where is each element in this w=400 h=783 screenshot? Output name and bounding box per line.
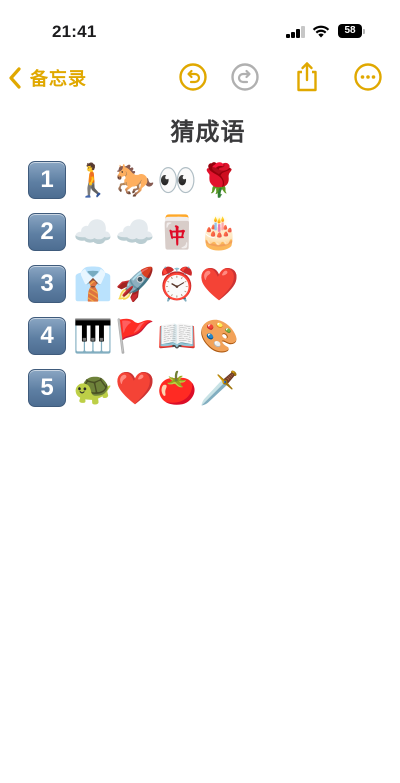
note-title: 猜成语 (170, 119, 246, 146)
puzzle-row: 5 🐢 ❤️ 🍅 🗡️ (28, 362, 240, 414)
status-bar: 21:41 58 (0, 0, 400, 60)
number-keycap-icon: 1 (28, 161, 66, 199)
chevron-left-icon (9, 67, 21, 89)
number-keycap-icon: 2 (28, 213, 66, 251)
emoji-icon: ❤️ (115, 369, 155, 407)
number-keycap-icon: 4 (28, 317, 66, 355)
emoji-icon: 🐢 (73, 369, 113, 407)
battery-level: 58 (338, 24, 362, 38)
more-button[interactable] (353, 62, 383, 92)
emoji-icon: 🍅 (157, 369, 197, 407)
emoji-icon: ☁️ (115, 213, 155, 251)
share-button[interactable] (292, 62, 322, 92)
emoji-icon: 🎂 (199, 213, 239, 251)
emoji-icon: 🚀 (115, 265, 155, 303)
emoji-icon: ☁️ (73, 213, 113, 251)
more-icon (354, 63, 382, 91)
emoji-icon: ⏰ (157, 265, 197, 303)
back-button-label: 备忘录 (30, 69, 87, 89)
puzzle-row: 3 👔 🚀 ⏰ ❤️ (28, 258, 240, 310)
redo-button[interactable] (230, 62, 260, 92)
puzzle-row: 1 🚶 🐎 👀 🌹 (28, 154, 240, 206)
puzzle-row: 4 🎹 🚩 📖 🎨 (28, 310, 240, 362)
share-icon (297, 62, 317, 92)
cellular-signal-icon (286, 26, 305, 38)
emoji-icon: 🚩 (115, 317, 155, 355)
emoji-icon: 👀 (157, 161, 197, 199)
undo-icon (179, 63, 207, 91)
wifi-icon (312, 25, 330, 38)
emoji-icon: 🎹 (73, 317, 113, 355)
emoji-icon: 👔 (73, 265, 113, 303)
puzzle-list: 1 🚶 🐎 👀 🌹 2 ☁️ ☁️ 🀄 🎂 3 👔 🚀 ⏰ ❤️ 4 🎹 🚩 📖 🎨 5 🐢 ❤️ 🍅 🗡️ (28, 154, 240, 414)
toolbar: 备忘录 (0, 58, 400, 98)
redo-icon (231, 63, 259, 91)
emoji-icon: 🎨 (199, 317, 239, 355)
emoji-icon: 🌹 (199, 161, 239, 199)
emoji-icon: 📖 (157, 317, 197, 355)
puzzle-row: 2 ☁️ ☁️ 🀄 🎂 (28, 206, 240, 258)
emoji-icon: 🐎 (115, 161, 155, 199)
emoji-icon: 🚶 (73, 161, 113, 199)
battery-icon: 58 (338, 24, 365, 38)
status-time: 21:41 (52, 22, 97, 41)
undo-button[interactable] (178, 62, 208, 92)
emoji-icon: 🗡️ (199, 369, 239, 407)
back-button[interactable]: 备忘录 (8, 58, 87, 98)
number-keycap-icon: 5 (28, 369, 66, 407)
number-keycap-icon: 3 (28, 265, 66, 303)
emoji-icon: ❤️ (199, 265, 239, 303)
emoji-icon: 🀄 (157, 213, 197, 251)
